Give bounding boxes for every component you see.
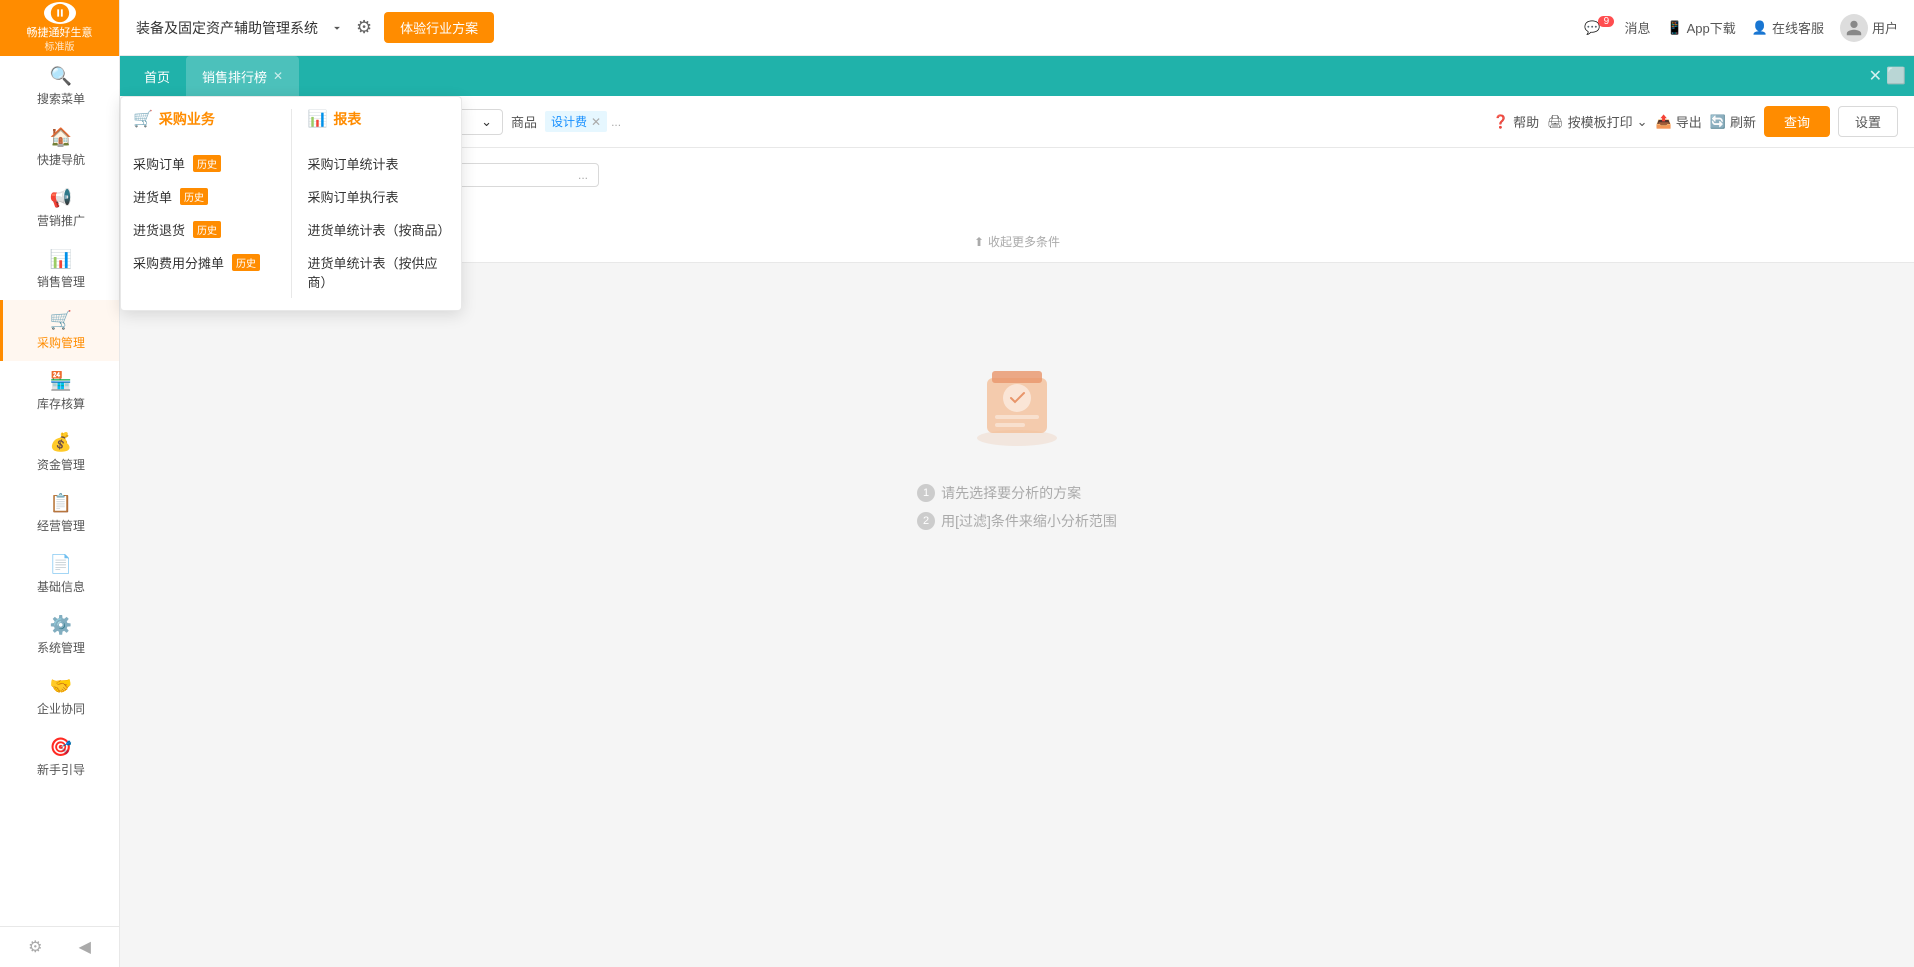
sidebar-item-nav[interactable]: 🏠 快捷导航 <box>0 117 119 178</box>
message-btn[interactable]: 💬 9 消息 <box>1584 18 1650 37</box>
help-btn[interactable]: ❓ 帮助 <box>1493 106 1539 137</box>
tabbar: 首页 销售排行榜 ✕ ✕ ⬜ <box>120 56 1914 96</box>
goods-filter: 商品 设计费 ✕ ... <box>511 111 621 132</box>
purchase-title-icon: 🛒 <box>133 109 153 129</box>
goods-tag-close[interactable]: ✕ <box>591 115 601 129</box>
query-btn[interactable]: 查询 <box>1764 106 1830 137</box>
sales-icon: 📊 <box>50 249 72 270</box>
sidebar: 畅捷通好生意 标准版 🔍 搜索菜单 🏠 快捷导航 📢 营销推广 📊 销售管理 🛒… <box>0 0 120 967</box>
goods-stats-by-goods-item[interactable]: 进货单统计表（按商品） <box>308 213 450 246</box>
sidebar-footer: ⚙ ◀ <box>0 926 119 967</box>
sidebar-item-system[interactable]: ⚙️ 系统管理 <box>0 605 119 666</box>
refresh-btn[interactable]: 🔄 刷新 <box>1710 106 1756 137</box>
tab-close-icon[interactable]: ✕ <box>273 69 283 83</box>
sidebar-item-basic-info[interactable]: 📄 基础信息 <box>0 544 119 605</box>
logo-icon <box>44 2 76 24</box>
home-icon: 🏠 <box>50 127 72 148</box>
settings-btn[interactable]: 设置 <box>1838 106 1898 137</box>
close-window-btn[interactable]: ✕ <box>1869 66 1882 86</box>
search-icon: 🔍 <box>50 66 72 87</box>
report-title-icon: 📊 <box>308 109 328 129</box>
finance-icon: 💰 <box>50 432 72 453</box>
purchase-order-item[interactable]: 采购订单 历史 <box>133 147 275 180</box>
sidebar-item-inventory[interactable]: 🏪 库存核算 <box>0 361 119 422</box>
collapse-icon: ⬆ <box>974 235 984 249</box>
collab-icon: 🤝 <box>50 676 72 697</box>
goods-return-item[interactable]: 进货退货 历史 <box>133 213 275 246</box>
topbar-right: 💬 9 消息 📱 App下载 👤 在线客服 用户 <box>1584 14 1898 42</box>
purchase-order-stats-item[interactable]: 采购订单统计表 <box>308 147 450 180</box>
sidebar-item-marketing[interactable]: 📢 营销推广 <box>0 178 119 239</box>
logo: 畅捷通好生意 标准版 <box>0 0 119 56</box>
history-badge-1: 历史 <box>193 155 221 172</box>
export-btn[interactable]: 📤 导出 <box>1656 106 1702 137</box>
empty-icon <box>957 343 1077 463</box>
purchase-icon: 🛒 <box>50 310 72 331</box>
goods-stats-by-supplier-item[interactable]: 进货单统计表（按供应商） <box>308 246 450 298</box>
basic-info-icon: 📄 <box>50 554 72 575</box>
sidebar-item-collab[interactable]: 🤝 企业协同 <box>0 666 119 727</box>
report-col-title: 📊 报表 <box>308 109 450 135</box>
refresh-icon: 🔄 <box>1710 114 1726 130</box>
collapse-footer-btn[interactable]: ◀ <box>79 937 91 957</box>
sidebar-item-search[interactable]: 🔍 搜索菜单 <box>0 56 119 117</box>
sidebar-item-operations[interactable]: 📋 经营管理 <box>0 483 119 544</box>
phone-icon: 📱 <box>1666 20 1682 36</box>
sidebar-nav: 🔍 搜索菜单 🏠 快捷导航 📢 营销推广 📊 销售管理 🛒 采购管理 🏪 库存核… <box>0 56 119 926</box>
empty-tip-2: 2 用[过滤]条件来缩小分析范围 <box>917 511 1117 531</box>
tabbar-actions: ✕ ⬜ <box>1869 66 1906 86</box>
sidebar-item-purchase[interactable]: 🛒 采购管理 <box>0 300 119 361</box>
print-icon: 🖨 <box>1547 114 1564 130</box>
guide-icon: 🎯 <box>50 737 72 758</box>
logo-text: 畅捷通好生意 标准版 <box>27 26 93 53</box>
goods-receipt-item[interactable]: 进货单 历史 <box>133 180 275 213</box>
report-col: 📊 报表 采购订单统计表 采购订单执行表 进货单统计表（按商品） 进货单统计表（… <box>296 109 462 298</box>
collapse-btn[interactable]: ⬆ 收起更多条件 <box>974 233 1060 250</box>
maximize-btn[interactable]: ⬜ <box>1886 66 1906 86</box>
history-badge-2: 历史 <box>180 188 208 205</box>
history-badge-4: 历史 <box>232 254 260 271</box>
goods-more: ... <box>611 115 621 129</box>
settings-icon[interactable]: ⚙ <box>356 17 372 38</box>
history-badge-3: 历史 <box>193 221 221 238</box>
user-menu[interactable]: 用户 <box>1840 14 1898 42</box>
settings-footer-btn[interactable]: ⚙ <box>28 937 42 957</box>
operations-icon: 📋 <box>50 493 72 514</box>
system-dropdown[interactable] <box>330 21 344 35</box>
system-icon: ⚙️ <box>50 615 72 636</box>
print-dropdown-icon: ⌄ <box>1637 114 1648 130</box>
app-download-btn[interactable]: 📱 App下载 <box>1666 18 1735 37</box>
purchase-col: 🛒 采购业务 采购订单 历史 进货单 历史 进货退货 历史 采购费用分摊单 历史 <box>121 109 287 298</box>
topbar: 装备及固定资产辅助管理系统 ⚙ 体验行业方案 💬 9 消息 📱 App下载 👤 … <box>120 0 1914 56</box>
sidebar-item-sales[interactable]: 📊 销售管理 <box>0 239 119 300</box>
print-btn[interactable]: 🖨 按模板打印 ⌄ <box>1547 106 1647 137</box>
purchase-order-exec-item[interactable]: 采购订单执行表 <box>308 180 450 213</box>
goods-label: 商品 <box>511 112 537 131</box>
purchase-dropdown-menu: 🛒 采购业务 采购订单 历史 进货单 历史 进货退货 历史 采购费用分摊单 历史… <box>120 96 462 311</box>
goods-tag: 设计费 ✕ <box>545 111 607 132</box>
help-icon: ❓ <box>1493 114 1509 130</box>
sidebar-item-finance[interactable]: 💰 资金管理 <box>0 422 119 483</box>
service-icon: 👤 <box>1752 20 1768 36</box>
dropdown-divider <box>291 109 292 298</box>
marketing-icon: 📢 <box>50 188 72 209</box>
tab-sales-ranking[interactable]: 销售排行榜 ✕ <box>186 56 299 96</box>
empty-tip-1: 1 请先选择要分析的方案 <box>917 483 1081 503</box>
purchase-cost-item[interactable]: 采购费用分摊单 历史 <box>133 246 275 279</box>
empty-tip: 1 请先选择要分析的方案 2 用[过滤]条件来缩小分析范围 <box>917 483 1117 531</box>
export-icon: 📤 <box>1656 114 1672 130</box>
industry-btn[interactable]: 体验行业方案 <box>384 12 494 43</box>
tab-home[interactable]: 首页 <box>128 56 186 96</box>
purchase-col-title: 🛒 采购业务 <box>133 109 275 135</box>
inventory-icon: 🏪 <box>50 371 72 392</box>
system-title: 装备及固定资产辅助管理系统 <box>136 18 318 38</box>
empty-state: 1 请先选择要分析的方案 2 用[过滤]条件来缩小分析范围 <box>120 263 1914 611</box>
online-service-btn[interactable]: 👤 在线客服 <box>1752 18 1824 37</box>
sidebar-item-guide[interactable]: 🎯 新手引导 <box>0 727 119 788</box>
avatar <box>1840 14 1868 42</box>
